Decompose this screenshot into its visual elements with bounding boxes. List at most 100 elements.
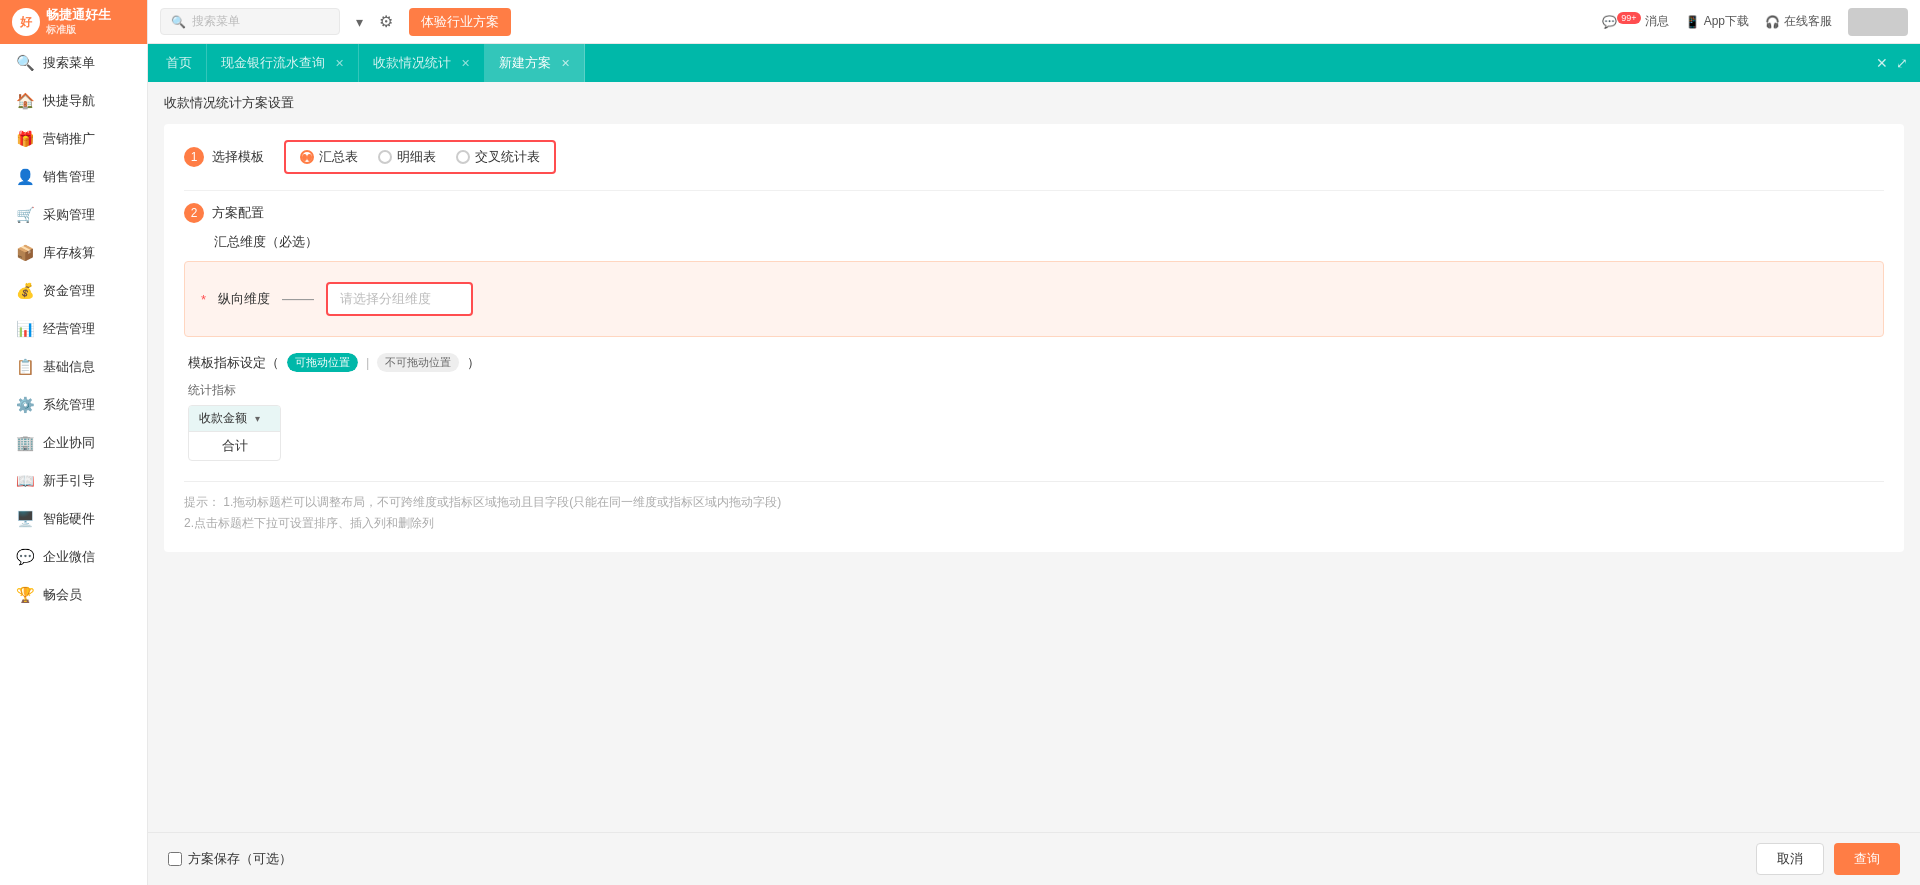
sidebar-item-label: 基础信息 — [43, 358, 95, 376]
sidebar-item-label: 营销推广 — [43, 130, 95, 148]
radio-detail[interactable]: 明细表 — [378, 148, 436, 166]
close-window-icon[interactable]: ✕ — [1876, 55, 1888, 71]
undraggable-option[interactable]: 不可拖动位置 — [377, 353, 459, 372]
tab-label: 现金银行流水查询 — [221, 54, 325, 72]
service-icon: 🎧 — [1765, 15, 1780, 29]
sidebar-item-label: 新手引导 — [43, 472, 95, 490]
main-area: 🔍 搜索菜单 ▾ ⚙ 体验行业方案 💬 99+ 消息 📱 App下载 🎧 在线客… — [148, 0, 1920, 885]
sidebar-item-inventory[interactable]: 📦 库存核算 — [0, 234, 147, 272]
tab-bar: 首页 现金银行流水查询 ✕ 收款情况统计 ✕ 新建方案 ✕ ✕ ⤢ — [148, 44, 1920, 82]
sidebar-item-quicknav[interactable]: 🏠 快捷导航 — [0, 82, 147, 120]
toggle-pill-2: 不可拖动位置 — [377, 353, 459, 372]
cancel-button[interactable]: 取消 — [1756, 843, 1824, 875]
gear-icon: ⚙️ — [16, 396, 35, 414]
sidebar-item-hardware[interactable]: 🖥️ 智能硬件 — [0, 500, 147, 538]
notification-badge: 99+ — [1617, 12, 1640, 24]
notification-icon: 💬 — [1602, 15, 1617, 29]
tab-close-icon[interactable]: ✕ — [335, 57, 344, 70]
step2-badge: 2 — [184, 203, 204, 223]
money-icon: 💰 — [16, 282, 35, 300]
sidebar-item-member[interactable]: 🏆 畅会员 — [0, 576, 147, 614]
notification-btn[interactable]: 💬 99+ 消息 — [1602, 13, 1668, 30]
sidebar-item-basic[interactable]: 📋 基础信息 — [0, 348, 147, 386]
sidebar-item-purchase[interactable]: 🛒 采购管理 — [0, 196, 147, 234]
radio-summary[interactable]: 汇总表 — [300, 148, 358, 166]
download-btn[interactable]: 📱 App下载 — [1685, 13, 1749, 30]
service-label: 在线客服 — [1784, 13, 1832, 30]
footer-buttons: 取消 查询 — [1756, 843, 1900, 875]
sidebar-item-label: 智能硬件 — [43, 510, 95, 528]
sidebar-item-marketing[interactable]: 🎁 营销推广 — [0, 120, 147, 158]
sidebar-item-enterprise[interactable]: 🏢 企业协同 — [0, 424, 147, 462]
draggable-option[interactable]: 可拖动位置 — [287, 353, 358, 372]
tab-close-icon[interactable]: ✕ — [461, 57, 470, 70]
sidebar-item-operations[interactable]: 📊 经营管理 — [0, 310, 147, 348]
indicator-header[interactable]: 收款金额 ▾ — [189, 406, 280, 432]
tab-cashflow[interactable]: 现金银行流水查询 ✕ — [207, 44, 359, 82]
sidebar-item-label: 快捷导航 — [43, 92, 95, 110]
sidebar-item-search[interactable]: 🔍 搜索菜单 — [0, 44, 147, 82]
chat-icon: 💬 — [16, 548, 35, 566]
tab-new[interactable]: 新建方案 ✕ — [485, 44, 585, 82]
settings-icon[interactable]: ⚙ — [379, 12, 393, 31]
dimension-select[interactable]: 请选择分组维度 — [326, 282, 473, 316]
dropdown-icon[interactable]: ▾ — [356, 14, 363, 30]
save-checkbox-label[interactable]: 方案保存（可选） — [168, 850, 292, 868]
radio-circle-detail — [378, 150, 392, 164]
top-header: 🔍 搜索菜单 ▾ ⚙ 体验行业方案 💬 99+ 消息 📱 App下载 🎧 在线客… — [148, 0, 1920, 44]
sidebar-item-guide[interactable]: 📖 新手引导 — [0, 462, 147, 500]
sidebar-item-wechat[interactable]: 💬 企业微信 — [0, 538, 147, 576]
page-title: 收款情况统计方案设置 — [164, 94, 1904, 112]
sidebar-item-label: 企业微信 — [43, 548, 95, 566]
toggle-pill: 可拖动位置 — [287, 353, 358, 372]
divider-char: | — [366, 355, 369, 370]
maximize-icon[interactable]: ⤢ — [1896, 55, 1908, 71]
search-placeholder: 搜索菜单 — [192, 13, 240, 30]
industry-btn[interactable]: 体验行业方案 — [409, 8, 511, 36]
cart-icon: 🛒 — [16, 206, 35, 224]
tab-home[interactable]: 首页 — [152, 44, 207, 82]
radio-circle-cross — [456, 150, 470, 164]
indicator-box: 收款金额 ▾ 合计 — [188, 405, 281, 461]
service-btn[interactable]: 🎧 在线客服 — [1765, 13, 1832, 30]
save-checkbox[interactable] — [168, 852, 182, 866]
save-label: 方案保存（可选） — [188, 850, 292, 868]
logo-sub: 标准版 — [46, 23, 111, 37]
main-card: 1 选择模板 汇总表 明细表 交叉统计表 — [164, 124, 1904, 552]
sidebar-item-label: 系统管理 — [43, 396, 95, 414]
metrics-section: 统计指标 收款金额 ▾ 合计 — [188, 382, 1884, 461]
tab-close-icon[interactable]: ✕ — [561, 57, 570, 70]
sidebar-item-label: 经营管理 — [43, 320, 95, 338]
config-suffix: ） — [467, 354, 480, 372]
logo-name: 畅捷通好生 — [46, 7, 111, 23]
download-label: App下载 — [1704, 13, 1749, 30]
query-button[interactable]: 查询 — [1834, 843, 1900, 875]
indicator-value: 合计 — [189, 432, 280, 460]
step2-section: 2 方案配置 汇总维度（必选） * 纵向维度 —— 请选择分组维度 模板指标设定… — [184, 203, 1884, 532]
user-avatar[interactable] — [1848, 8, 1908, 36]
trophy-icon: 🏆 — [16, 586, 35, 604]
step2-label: 方案配置 — [212, 204, 264, 222]
step1-label: 选择模板 — [212, 148, 264, 166]
template-options: 汇总表 明细表 交叉统计表 — [284, 140, 556, 174]
radio-cross[interactable]: 交叉统计表 — [456, 148, 540, 166]
sidebar-item-finance[interactable]: 💰 资金管理 — [0, 272, 147, 310]
header-actions: 💬 99+ 消息 📱 App下载 🎧 在线客服 — [1602, 8, 1908, 36]
sidebar-item-label: 畅会员 — [43, 586, 82, 604]
divider1 — [184, 190, 1884, 191]
sidebar-item-system[interactable]: ⚙️ 系统管理 — [0, 386, 147, 424]
sidebar-item-sales[interactable]: 👤 销售管理 — [0, 158, 147, 196]
tab-label: 收款情况统计 — [373, 54, 451, 72]
tip2: 2.点击标题栏下拉可设置排序、插入列和删除列 — [184, 515, 1884, 532]
monitor-icon: 🖥️ — [16, 510, 35, 528]
radio-label-detail: 明细表 — [397, 148, 436, 166]
sidebar-item-label: 企业协同 — [43, 434, 95, 452]
notification-label: 消息 — [1645, 13, 1669, 30]
home-icon: 🏠 — [16, 92, 35, 110]
tab-receipt[interactable]: 收款情况统计 ✕ — [359, 44, 485, 82]
stat-indicator-label: 统计指标 — [188, 382, 1884, 399]
search-bar[interactable]: 🔍 搜索菜单 — [160, 8, 340, 35]
tips-section: 提示： 1.拖动标题栏可以调整布局，不可跨维度或指标区域拖动且目字段(只能在同一… — [184, 481, 1884, 532]
doc-icon: 📋 — [16, 358, 35, 376]
metrics-config-row: 模板指标设定（ 可拖动位置 | 不可拖动位置 ） — [188, 353, 1884, 372]
